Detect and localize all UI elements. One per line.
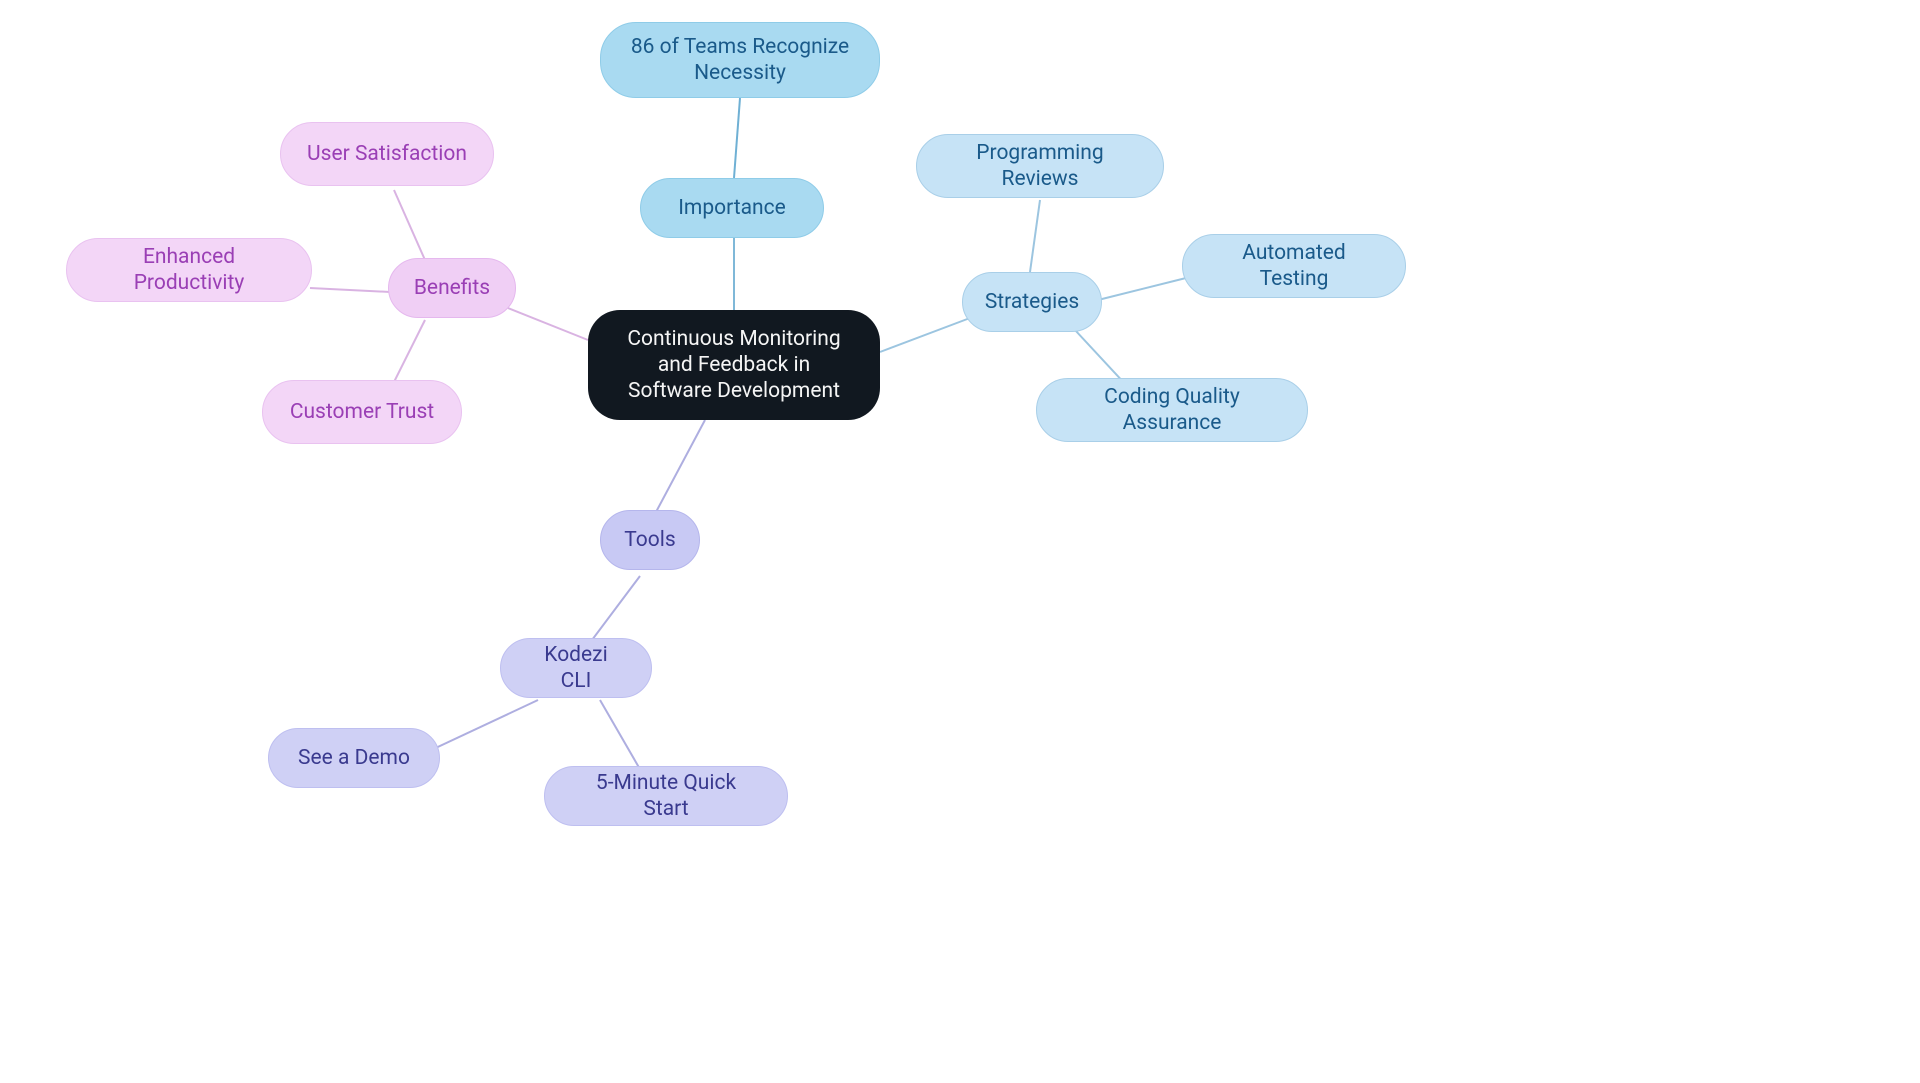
- label-strategies-qa: Coding Quality Assurance: [1063, 384, 1281, 437]
- label-strategies-reviews: Programming Reviews: [943, 140, 1137, 193]
- center-label: Continuous Monitoring and Feedback in So…: [614, 326, 854, 405]
- label-benefits-trust: Customer Trust: [290, 399, 434, 425]
- label-importance-teams: 86 of Teams Recognize Necessity: [627, 34, 853, 87]
- node-benefits-trust[interactable]: Customer Trust: [262, 380, 462, 444]
- mindmap-canvas: Continuous Monitoring and Feedback in So…: [0, 0, 1920, 1083]
- node-tools-quick[interactable]: 5-Minute Quick Start: [544, 766, 788, 826]
- node-benefits-productivity[interactable]: Enhanced Productivity: [66, 238, 312, 302]
- node-benefits[interactable]: Benefits: [388, 258, 516, 318]
- label-benefits-productivity: Enhanced Productivity: [93, 244, 285, 297]
- label-benefits-satisfaction: User Satisfaction: [307, 141, 467, 167]
- label-benefits: Benefits: [414, 275, 490, 301]
- node-strategies-qa[interactable]: Coding Quality Assurance: [1036, 378, 1308, 442]
- label-tools: Tools: [624, 527, 675, 553]
- label-tools-demo: See a Demo: [298, 745, 410, 771]
- label-importance: Importance: [678, 195, 786, 221]
- node-importance[interactable]: Importance: [640, 178, 824, 238]
- node-tools-kodezi[interactable]: Kodezi CLI: [500, 638, 652, 698]
- node-tools-demo[interactable]: See a Demo: [268, 728, 440, 788]
- center-node[interactable]: Continuous Monitoring and Feedback in So…: [588, 310, 880, 420]
- node-strategies-testing[interactable]: Automated Testing: [1182, 234, 1406, 298]
- node-importance-teams[interactable]: 86 of Teams Recognize Necessity: [600, 22, 880, 98]
- label-tools-quick: 5-Minute Quick Start: [571, 770, 761, 823]
- label-tools-kodezi: Kodezi CLI: [527, 642, 625, 695]
- node-tools[interactable]: Tools: [600, 510, 700, 570]
- label-strategies-testing: Automated Testing: [1209, 240, 1379, 293]
- node-strategies-reviews[interactable]: Programming Reviews: [916, 134, 1164, 198]
- node-strategies[interactable]: Strategies: [962, 272, 1102, 332]
- label-strategies: Strategies: [985, 289, 1079, 315]
- node-benefits-satisfaction[interactable]: User Satisfaction: [280, 122, 494, 186]
